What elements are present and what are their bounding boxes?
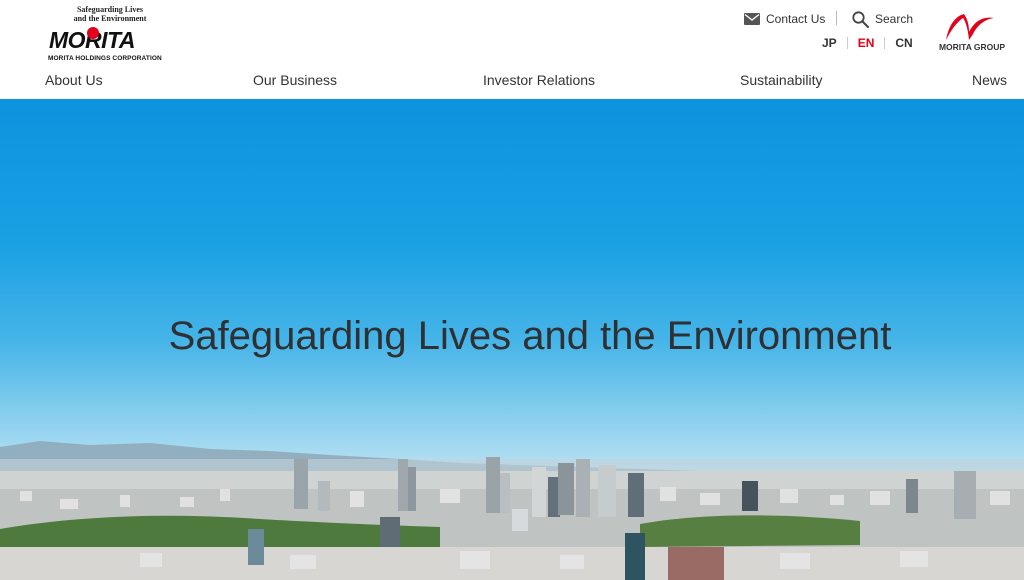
search-label: Search — [875, 12, 914, 26]
site-header: Safeguarding Lives and the Environment M… — [0, 0, 1024, 99]
logo-red-dot — [87, 27, 99, 39]
nav-investor-relations[interactable]: Investor Relations — [483, 70, 595, 90]
morita-group-mark-icon — [946, 14, 994, 40]
envelope-icon — [744, 13, 760, 25]
lang-jp[interactable]: JP — [812, 36, 847, 50]
lang-cn[interactable]: CN — [885, 36, 922, 50]
nav-about-us[interactable]: About Us — [45, 70, 103, 90]
search-button[interactable]: Search — [852, 8, 913, 30]
hero-title: Safeguarding Lives and the Environment — [168, 314, 892, 358]
contact-us-link[interactable]: Contact Us — [744, 8, 825, 30]
lang-en[interactable]: EN — [848, 36, 885, 50]
contact-us-label: Contact Us — [766, 12, 826, 26]
language-switcher: JP EN CN — [812, 34, 923, 52]
logo-tagline: Safeguarding Lives and the Environment — [73, 5, 147, 23]
nav-news[interactable]: News — [972, 70, 1007, 90]
utility-divider — [836, 11, 837, 25]
nav-sustainability[interactable]: Sustainability — [740, 70, 823, 90]
morita-logo[interactable]: Safeguarding Lives and the Environment M… — [48, 5, 176, 63]
search-icon — [852, 10, 869, 28]
city-skyline-image — [0, 441, 1024, 580]
logo-wordmark: MORITA — [49, 27, 136, 53]
morita-group-label: MORITA GROUP — [938, 42, 1006, 52]
nav-our-business[interactable]: Our Business — [253, 70, 337, 90]
main-navigation: About Us Our Business Investor Relations… — [0, 70, 1024, 92]
hero-banner: Safeguarding Lives and the Environment — [0, 99, 1024, 580]
morita-group-logo[interactable]: MORITA GROUP — [936, 10, 1008, 54]
logo-corporation-name: MORITA HOLDINGS CORPORATION — [48, 55, 162, 62]
